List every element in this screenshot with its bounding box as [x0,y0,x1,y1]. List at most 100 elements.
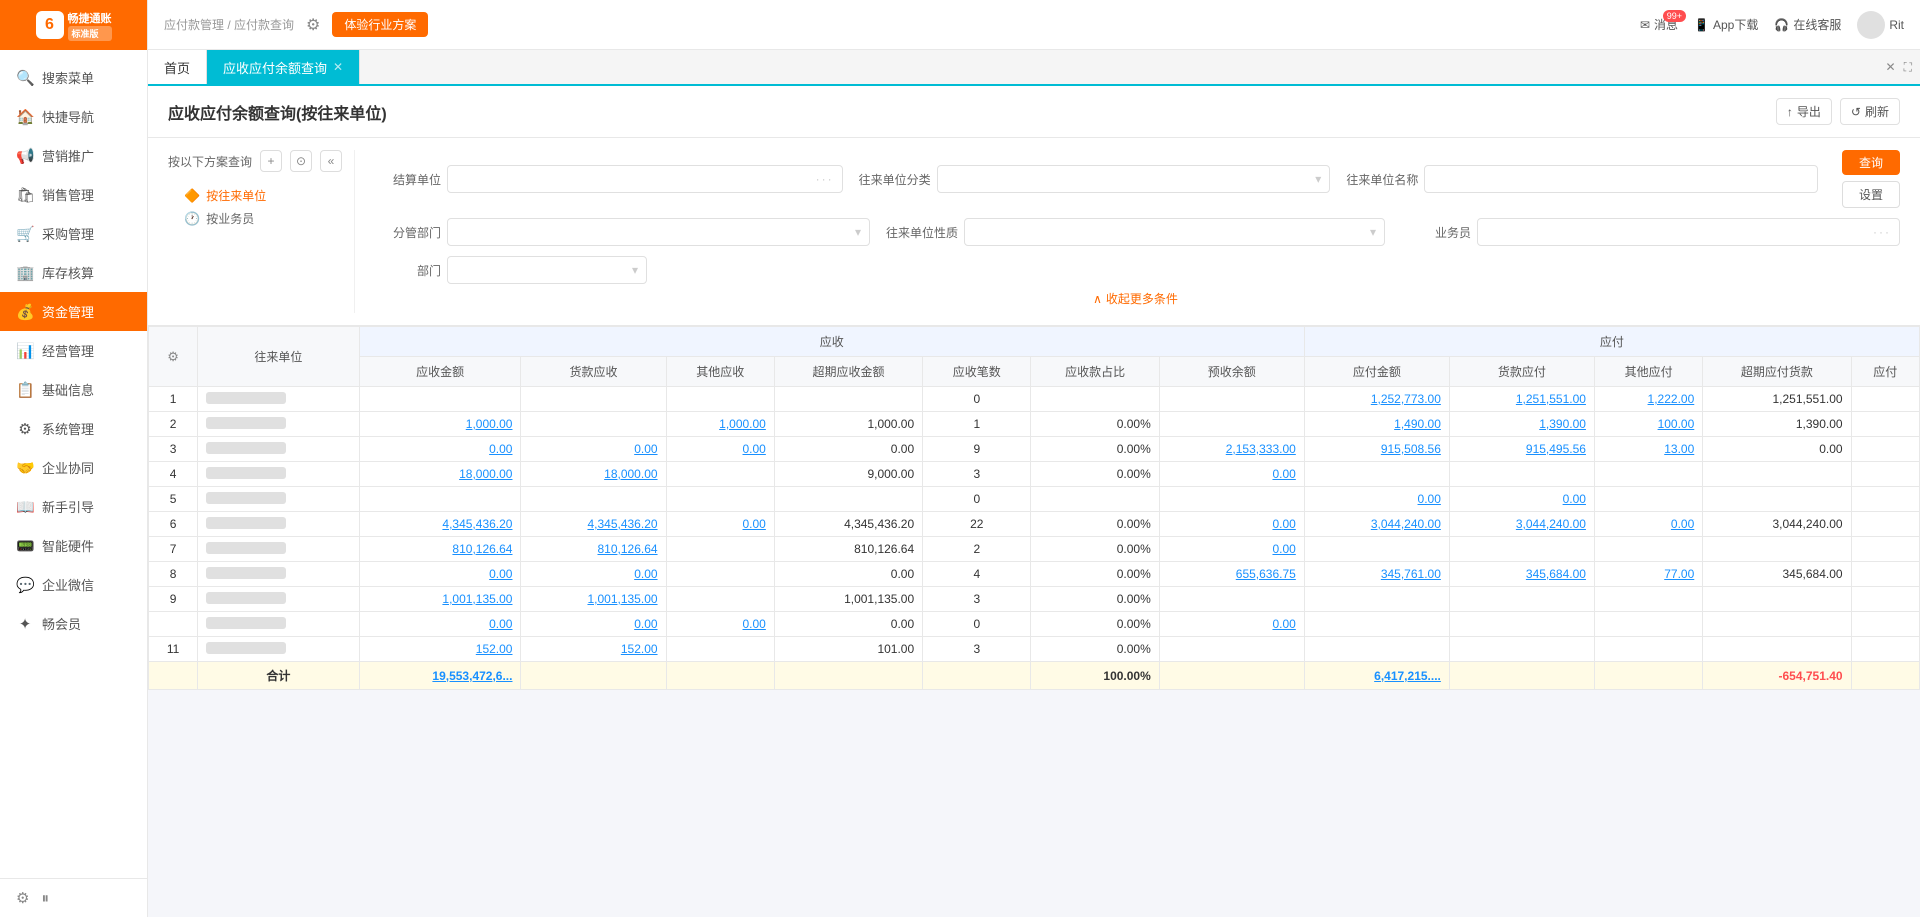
tab-home[interactable]: 首页 [148,50,207,84]
refresh-button[interactable]: ↺ 刷新 [1840,98,1900,125]
cell-r6-c3[interactable]: 810,126.64 [521,537,666,562]
sidebar-item-base[interactable]: 📋基础信息 [0,370,147,409]
cell-r1-c9[interactable]: 1,490.00 [1304,412,1449,437]
sidebar-item-wechat[interactable]: 💬企业微信 [0,565,147,604]
sidebar-item-nav[interactable]: 🏠快捷导航 [0,97,147,136]
cell-r7-c4[interactable] [666,562,774,587]
cell-r4-c9[interactable]: 0.00 [1304,487,1449,512]
cell-r1-c10[interactable]: 1,390.00 [1449,412,1594,437]
cell-r10-c11[interactable] [1594,637,1702,662]
cell-r6-c10[interactable] [1449,537,1594,562]
cell-r3-c3[interactable]: 18,000.00 [521,462,666,487]
cell-r3-c10[interactable] [1449,462,1594,487]
field-bm-input[interactable]: ▾ [447,256,647,284]
sidebar-item-system[interactable]: ⚙系统管理 [0,409,147,448]
cell-r9-c10[interactable] [1449,612,1594,637]
cell-r9-c8[interactable]: 0.00 [1159,612,1304,637]
footer-ap-total[interactable]: 6,417,215.... [1304,662,1449,690]
cell-r2-c11[interactable]: 13.00 [1594,437,1702,462]
cell-r7-c8[interactable]: 655,636.75 [1159,562,1304,587]
cell-r0-c8[interactable] [1159,387,1304,412]
cell-r5-c9[interactable]: 3,044,240.00 [1304,512,1449,537]
cell-r0-c3[interactable] [521,387,666,412]
cell-r6-c2[interactable]: 810,126.64 [359,537,521,562]
cell-r0-c10[interactable]: 1,251,551.00 [1449,387,1594,412]
cell-r8-c8[interactable] [1159,587,1304,612]
collapse-icon[interactable]: ⏸ [41,890,49,907]
cell-r2-c10[interactable]: 915,495.56 [1449,437,1594,462]
cell-r6-c11[interactable] [1594,537,1702,562]
sidebar-item-search[interactable]: 🔍搜索菜单 [0,58,147,97]
export-button[interactable]: ↑ 导出 [1776,98,1832,125]
cell-r8-c10[interactable] [1449,587,1594,612]
cell-r10-c3[interactable]: 152.00 [521,637,666,662]
cell-r7-c9[interactable]: 345,761.00 [1304,562,1449,587]
cell-r7-c10[interactable]: 345,684.00 [1449,562,1594,587]
cell-r4-c8[interactable] [1159,487,1304,512]
collapse-bar[interactable]: ∧ 收起更多条件 [371,284,1900,313]
filter-add-btn[interactable]: + [260,150,282,172]
cell-r7-c2[interactable]: 0.00 [359,562,521,587]
cell-r2-c3[interactable]: 0.00 [521,437,666,462]
cell-r3-c9[interactable] [1304,462,1449,487]
th-settings[interactable]: ⚙ [149,327,198,387]
cell-r6-c8[interactable]: 0.00 [1159,537,1304,562]
cell-r8-c11[interactable] [1594,587,1702,612]
sidebar-item-hardware[interactable]: 📟智能硬件 [0,526,147,565]
cell-r5-c10[interactable]: 3,044,240.00 [1449,512,1594,537]
cell-r1-c4[interactable]: 1,000.00 [666,412,774,437]
cell-r3-c8[interactable]: 0.00 [1159,462,1304,487]
cell-r3-c11[interactable] [1594,462,1702,487]
query-button[interactable]: 查询 [1842,150,1900,175]
app-download-button[interactable]: 📱 App下载 [1694,16,1758,33]
cell-r0-c2[interactable] [359,387,521,412]
cell-r4-c4[interactable] [666,487,774,512]
sidebar-item-corp[interactable]: 🤝企业协同 [0,448,147,487]
cell-r5-c4[interactable]: 0.00 [666,512,774,537]
cell-r0-c11[interactable]: 1,222.00 [1594,387,1702,412]
cell-r1-c3[interactable] [521,412,666,437]
cell-r9-c4[interactable]: 0.00 [666,612,774,637]
filter-settings-btn[interactable]: ⊙ [290,150,312,172]
cell-r3-c2[interactable]: 18,000.00 [359,462,521,487]
user-avatar[interactable]: Rit [1857,11,1904,39]
cell-r4-c2[interactable] [359,487,521,512]
tab-close-arbal[interactable]: ✕ [333,60,343,74]
tab-arbal[interactable]: 应收应付余额查询✕ [207,50,360,84]
sidebar-item-purchase[interactable]: 🛒采购管理 [0,214,147,253]
cell-r2-c4[interactable]: 0.00 [666,437,774,462]
cell-r2-c8[interactable]: 2,153,333.00 [1159,437,1304,462]
filter-option-1[interactable]: 🕐按业务员 [176,207,342,230]
filter-option-0[interactable]: 🔶按往来单位 [176,184,342,207]
cell-r4-c11[interactable] [1594,487,1702,512]
field-fgbm-input[interactable]: ▾ [447,218,870,246]
settings-button[interactable]: 设置 [1842,181,1900,208]
cell-r6-c9[interactable] [1304,537,1449,562]
cell-r3-c4[interactable] [666,462,774,487]
sidebar-item-guide[interactable]: 📖新手引导 [0,487,147,526]
field-lwdwxz-input[interactable]: ▾ [964,218,1385,246]
sidebar-item-finance[interactable]: 💰资金管理 [0,292,147,331]
cell-r2-c9[interactable]: 915,508.56 [1304,437,1449,462]
cell-r10-c9[interactable] [1304,637,1449,662]
cell-r2-c2[interactable]: 0.00 [359,437,521,462]
promo-button[interactable]: 体验行业方案 [332,12,428,37]
sidebar-item-marketing[interactable]: 📢营销推广 [0,136,147,175]
filter-collapse-btn[interactable]: « [320,150,342,172]
cell-r10-c10[interactable] [1449,637,1594,662]
cell-r8-c2[interactable]: 1,001,135.00 [359,587,521,612]
field-jsdw-input[interactable]: ··· [447,165,843,193]
maximize-icon[interactable]: ⛶ [1904,60,1912,75]
message-button[interactable]: ✉ 消息 99+ [1640,16,1678,33]
cell-r5-c11[interactable]: 0.00 [1594,512,1702,537]
cell-r1-c2[interactable]: 1,000.00 [359,412,521,437]
cell-r7-c3[interactable]: 0.00 [521,562,666,587]
sidebar-item-inventory[interactable]: 🏢库存核算 [0,253,147,292]
cell-r9-c2[interactable]: 0.00 [359,612,521,637]
field-lwdwfl-input[interactable]: ▾ [937,165,1331,193]
sidebar-item-sales[interactable]: 🛍销售管理 [0,175,147,214]
cell-r9-c3[interactable]: 0.00 [521,612,666,637]
cell-r1-c11[interactable]: 100.00 [1594,412,1702,437]
cell-r8-c9[interactable] [1304,587,1449,612]
cell-r4-c3[interactable] [521,487,666,512]
